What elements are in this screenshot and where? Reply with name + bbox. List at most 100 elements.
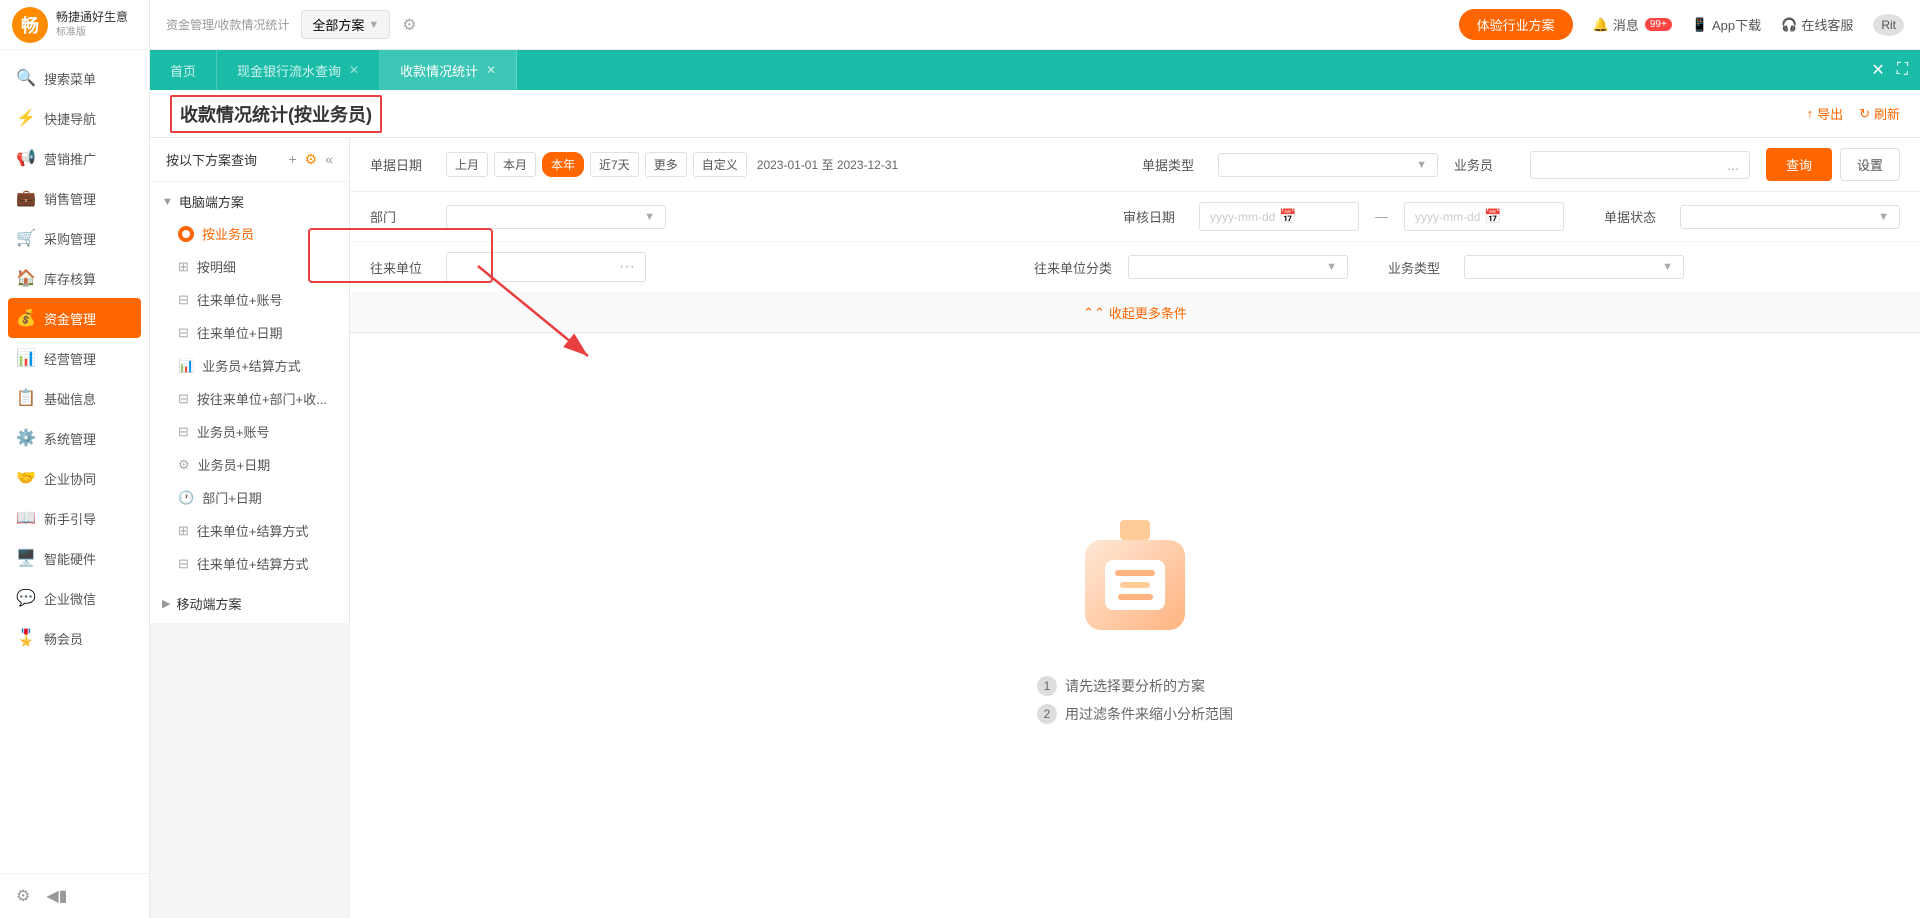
sidebar-item-label: 资金管理 bbox=[44, 309, 96, 328]
empty-step-2: 2 用过滤条件来缩小分析范围 bbox=[1037, 704, 1233, 724]
topbar: 资金管理/收款情况统计 全部方案 ▼ ⚙ 体验行业方案 🔔 消息 99+ 📱 A… bbox=[150, 0, 1920, 50]
sidebar-item-label: 智能硬件 bbox=[44, 549, 96, 568]
date-btn-this-year[interactable]: 本年 bbox=[542, 152, 584, 177]
date-btn-more[interactable]: 更多 bbox=[645, 152, 687, 177]
date-btn-last-month[interactable]: 上月 bbox=[446, 152, 488, 177]
tab-bank[interactable]: 现金银行流水查询 ✕ bbox=[217, 50, 380, 90]
tab-receipt-label: 收款情况统计 bbox=[400, 61, 478, 80]
content-area: 按以下方案查询 + ⚙ « ▼ 电脑端方案 bbox=[150, 138, 1920, 918]
sidebar-item-hardware[interactable]: 🖥️ 智能硬件 bbox=[0, 538, 149, 578]
scheme-group-desktop-title[interactable]: ▼ 电脑端方案 bbox=[150, 186, 349, 217]
inventory-icon: 🏠 bbox=[16, 268, 36, 288]
date-btn-this-month[interactable]: 本月 bbox=[494, 152, 536, 177]
filter-label-business-type: 业务类型 bbox=[1388, 258, 1448, 277]
filter-unit-category-select[interactable]: ▼ bbox=[1128, 255, 1348, 279]
scheme-item-unit-account[interactable]: ⊟ 往来单位+账号 bbox=[150, 283, 349, 316]
mobile-icon: 📱 bbox=[1692, 17, 1708, 33]
scheme-item-icon: ⊟ bbox=[178, 292, 189, 308]
empty-step-1-label: 请先选择要分析的方案 bbox=[1065, 676, 1205, 696]
tab-receipt-close-icon[interactable]: ✕ bbox=[486, 63, 496, 77]
scheme-item-dept-date[interactable]: 🕐 部门+日期 bbox=[150, 481, 349, 514]
tab-receipt[interactable]: 收款情况统计 ✕ bbox=[380, 50, 517, 90]
online-service-btn[interactable]: 🎧 在线客服 bbox=[1781, 15, 1853, 34]
collapse-bar[interactable]: ⌃⌃ 收起更多条件 bbox=[350, 293, 1920, 333]
sidebar-item-purchase[interactable]: 🛒 采购管理 bbox=[0, 218, 149, 258]
sidebar-item-inventory[interactable]: 🏠 库存核算 bbox=[0, 258, 149, 298]
logo-char: 畅 bbox=[21, 12, 39, 38]
scheme-item-unit-settlement2[interactable]: ⊟ 往来单位+结算方式 bbox=[150, 547, 349, 580]
filter-dept-select[interactable]: ▼ bbox=[446, 205, 666, 229]
sidebar-item-quicknav[interactable]: ⚡ 快捷导航 bbox=[0, 98, 149, 138]
trial-btn[interactable]: 体验行业方案 bbox=[1459, 9, 1573, 40]
filter-voucher-status-select[interactable]: ▼ bbox=[1680, 205, 1900, 229]
headset-icon: 🎧 bbox=[1781, 17, 1797, 33]
date-btn-custom[interactable]: 自定义 bbox=[693, 152, 747, 177]
scheme-group-mobile-title[interactable]: ▶ 移动端方案 bbox=[150, 588, 349, 619]
sidebar-item-finance[interactable]: 💰 资金管理 bbox=[8, 298, 141, 338]
scheme-group-mobile: ▶ 移动端方案 bbox=[150, 584, 349, 623]
audit-date-from-text: yyyy-mm-dd bbox=[1210, 210, 1275, 224]
sidebar-item-search[interactable]: 🔍 搜索菜单 bbox=[0, 58, 149, 98]
sales-icon: 💼 bbox=[16, 188, 36, 208]
collapse-sidebar-icon[interactable]: ◀▮ bbox=[46, 886, 67, 906]
scheme-selector-dropdown[interactable]: 全部方案 ▼ bbox=[301, 10, 390, 39]
settings-bottom-icon[interactable]: ⚙ bbox=[16, 886, 30, 906]
filter-label-date: 单据日期 bbox=[370, 155, 430, 174]
scheme-item-salesperson-date[interactable]: ⚙ 业务员+日期 bbox=[150, 448, 349, 481]
scheme-collapse-icon[interactable]: « bbox=[325, 151, 333, 168]
sidebar-item-sales[interactable]: 💼 销售管理 bbox=[0, 178, 149, 218]
scheme-item-label: 按业务员 bbox=[202, 224, 254, 243]
add-scheme-icon[interactable]: + bbox=[288, 151, 296, 168]
member-icon: 🎖️ bbox=[16, 628, 36, 648]
date-btn-7days[interactable]: 近7天 bbox=[590, 152, 639, 177]
scheme-item-unit-dept-recv[interactable]: ⊟ 按往来单位+部门+收... bbox=[150, 382, 349, 415]
filter-unit-dots[interactable]: ··· bbox=[619, 258, 635, 276]
filter-salesperson-select[interactable]: ... bbox=[1530, 151, 1750, 179]
calendar-icon: 📅 bbox=[1279, 208, 1296, 225]
scheme-item-label: 按明细 bbox=[197, 257, 236, 276]
settings-icon[interactable]: ⚙ bbox=[402, 15, 416, 35]
refresh-btn[interactable]: ↻ 刷新 bbox=[1859, 104, 1900, 123]
empty-illustration bbox=[1065, 520, 1205, 660]
scheme-selector-label: 全部方案 bbox=[312, 15, 364, 34]
scheme-item-salesperson-settlement[interactable]: 📊 业务员+结算方式 bbox=[150, 349, 349, 382]
scheme-panel: 按以下方案查询 + ⚙ « ▼ 电脑端方案 bbox=[150, 138, 350, 623]
sidebar-item-member[interactable]: 🎖️ 畅会员 bbox=[0, 618, 149, 658]
filter-business-type-select[interactable]: ▼ bbox=[1464, 255, 1684, 279]
sidebar-item-operations[interactable]: 📊 经营管理 bbox=[0, 338, 149, 378]
scheme-item-unit-date[interactable]: ⊟ 往来单位+日期 bbox=[150, 316, 349, 349]
sidebar-item-wechat[interactable]: 💬 企业微信 bbox=[0, 578, 149, 618]
query-btn[interactable]: 查询 bbox=[1766, 148, 1832, 181]
sidebar-item-basic[interactable]: 📋 基础信息 bbox=[0, 378, 149, 418]
tab-bank-close-icon[interactable]: ✕ bbox=[349, 63, 359, 77]
filter-unit-select[interactable]: ··· bbox=[446, 252, 646, 282]
chevron-right-icon: ▶ bbox=[162, 597, 170, 610]
tab-expand-icon[interactable]: ⛶ bbox=[1897, 61, 1908, 79]
filter-audit-date-to[interactable]: yyyy-mm-dd 📅 bbox=[1404, 202, 1564, 231]
scheme-item-salesperson-account[interactable]: ⊟ 业务员+账号 bbox=[150, 415, 349, 448]
tab-home[interactable]: 首页 bbox=[150, 50, 217, 90]
tab-close-all-icon[interactable]: ✕ bbox=[1871, 60, 1884, 80]
user-avatar[interactable]: Rit bbox=[1873, 17, 1904, 32]
notification-label: 消息 bbox=[1613, 15, 1639, 34]
scheme-item-by-detail[interactable]: ⊞ 按明细 bbox=[150, 250, 349, 283]
scheme-item-unit-settlement1[interactable]: ⊞ 往来单位+结算方式 bbox=[150, 514, 349, 547]
scheme-settings-icon[interactable]: ⚙ bbox=[305, 151, 318, 168]
filter-audit-date-from[interactable]: yyyy-mm-dd 📅 bbox=[1199, 202, 1359, 231]
logo-area: 畅 畅捷通好生意 标准版 bbox=[0, 0, 149, 50]
notification-btn[interactable]: 🔔 消息 99+ bbox=[1593, 15, 1672, 34]
filter-row-3: 往来单位 ··· 往来单位分类 ▼ 业务类型 ▼ bbox=[350, 242, 1920, 293]
scheme-item-icon: ⊟ bbox=[178, 391, 189, 407]
scheme-panel-title: 按以下方案查询 bbox=[166, 150, 280, 169]
scheme-item-by-salesperson[interactable]: 按业务员 bbox=[150, 217, 349, 250]
settings-btn[interactable]: 设置 bbox=[1840, 148, 1900, 181]
export-btn[interactable]: ↑ 导出 bbox=[1807, 104, 1844, 123]
scheme-item-label: 业务员+日期 bbox=[198, 455, 271, 474]
app-download-btn[interactable]: 📱 App下载 bbox=[1692, 15, 1761, 34]
sidebar-item-marketing[interactable]: 📢 营销推广 bbox=[0, 138, 149, 178]
filter-voucher-type-select[interactable]: ▼ bbox=[1218, 153, 1438, 177]
sidebar-item-enterprise[interactable]: 🤝 企业协同 bbox=[0, 458, 149, 498]
sidebar-item-system[interactable]: ⚙️ 系统管理 bbox=[0, 418, 149, 458]
sidebar-item-guide[interactable]: 📖 新手引导 bbox=[0, 498, 149, 538]
scheme-item-label: 按往来单位+部门+收... bbox=[197, 389, 327, 408]
